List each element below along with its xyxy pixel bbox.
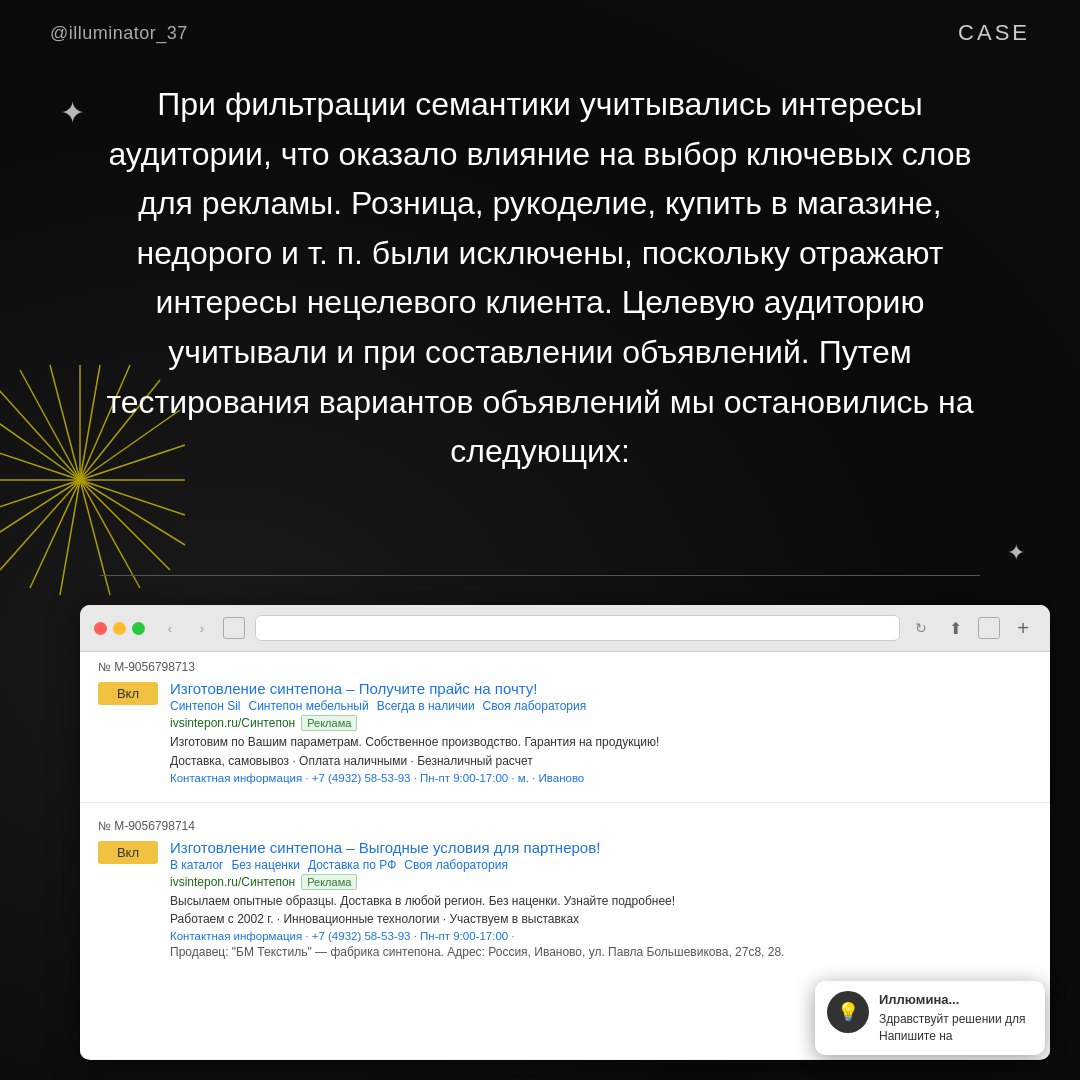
ad-desc-2b: Работаем с 2002 г. · Инновационные техно…: [170, 911, 1032, 928]
share-button[interactable]: ⬆: [942, 615, 968, 641]
popup-content: Иллюмина... Здравствуйт решении для Напи…: [879, 991, 1033, 1045]
ad-footer-2: Контактная информация · +7 (4932) 58-53-…: [170, 930, 1032, 942]
ad-url-1[interactable]: ivsintepon.ru/Синтепон: [170, 716, 295, 730]
reload-button[interactable]: ↻: [910, 617, 932, 639]
tab-view-icon[interactable]: [223, 617, 245, 639]
ad-tag: Синтепон мебельный: [249, 699, 369, 713]
ad-tag: Своя лаборатория: [483, 699, 587, 713]
ad-section-2: № М-9056798714 Вкл Изготовление синтепон…: [80, 811, 1050, 973]
sparkle-bottom-right-icon: ✦: [1007, 540, 1025, 566]
svg-line-5: [0, 445, 80, 480]
svg-line-11: [60, 480, 80, 595]
ad-tag: Доставка по РФ: [308, 858, 396, 872]
popup-name: Иллюмина...: [879, 991, 1033, 1009]
ad-content-1: Изготовление синтепона – Получите прайс …: [170, 680, 1032, 784]
ad-title-1[interactable]: Изготовление синтепона – Получите прайс …: [170, 680, 1032, 697]
traffic-lights: [94, 622, 145, 635]
ad-number-1: № М-9056798713: [98, 660, 1032, 674]
ad-badge-1: Реклама: [301, 715, 357, 731]
header: @illuminator_37 CASE: [0, 0, 1080, 66]
chat-popup[interactable]: 💡 Иллюмина... Здравствуйт решении для На…: [815, 981, 1045, 1055]
svg-line-7: [0, 480, 80, 515]
ad-separator: [80, 802, 1050, 803]
ad-tag: Своя лаборатория: [404, 858, 508, 872]
browser-chrome: ‹ › ↻ ⬆ +: [80, 605, 1050, 652]
svg-line-4: [0, 410, 80, 480]
svg-line-14: [80, 480, 170, 570]
ad-desc-2: Высылаем опытные образцы. Доставка в люб…: [170, 893, 1032, 910]
tab-icon[interactable]: [978, 617, 1000, 639]
ad-tag: Синтепон Sil: [170, 699, 241, 713]
url-bar[interactable]: [255, 615, 900, 641]
back-button[interactable]: ‹: [159, 617, 181, 639]
svg-line-15: [80, 480, 185, 545]
popup-avatar: 💡: [827, 991, 869, 1033]
popup-message: Здравствуйт решении для Напишите на: [879, 1011, 1033, 1045]
ad-content-2: Изготовление синтепона – Выгодные услови…: [170, 839, 1032, 963]
maximize-button-icon[interactable]: [132, 622, 145, 635]
case-label: CASE: [958, 20, 1030, 46]
ad-tag: В каталог: [170, 858, 223, 872]
ad-tag: Всегда в наличии: [377, 699, 475, 713]
forward-button[interactable]: ›: [191, 617, 213, 639]
ad-url-row-2: ivsintepon.ru/Синтепон Реклама: [170, 874, 1032, 890]
ad-url-row-1: ivsintepon.ru/Синтепон Реклама: [170, 715, 1032, 731]
svg-line-8: [0, 480, 80, 545]
ad-section-1: № М-9056798713 Вкл Изготовление синтепон…: [80, 652, 1050, 794]
ad-row-1: Вкл Изготовление синтепона – Получите пр…: [98, 680, 1032, 784]
main-text: При фильтрации семантики учитывались инт…: [80, 80, 1000, 477]
ad-row-2: Вкл Изготовление синтепона – Выгодные ус…: [98, 839, 1032, 963]
new-tab-button[interactable]: +: [1010, 615, 1036, 641]
ad-desc-1b: Доставка, самовывоз · Оплата наличными ·…: [170, 753, 1032, 770]
ad-seller-2: Продавец: "БМ Текстиль" — фабрика синтеп…: [170, 944, 1032, 961]
ad-tag: Без наценки: [231, 858, 299, 872]
vkl-button-1[interactable]: Вкл: [98, 682, 158, 705]
ad-footer-1: Контактная информация · +7 (4932) 58-53-…: [170, 772, 1032, 784]
ad-tags-1: Синтепон Sil Синтепон мебельный Всегда в…: [170, 699, 1032, 713]
social-handle: @illuminator_37: [50, 23, 188, 44]
vkl-button-2[interactable]: Вкл: [98, 841, 158, 864]
ad-url-2[interactable]: ivsintepon.ru/Синтепон: [170, 875, 295, 889]
minimize-button-icon[interactable]: [113, 622, 126, 635]
ad-title-2[interactable]: Изготовление синтепона – Выгодные услови…: [170, 839, 1032, 856]
ad-number-2: № М-9056798714: [98, 819, 1032, 833]
svg-line-13: [80, 480, 140, 588]
svg-line-12: [80, 480, 110, 595]
svg-line-0: [0, 380, 80, 480]
avatar-icon: 💡: [837, 1001, 859, 1023]
ad-desc-1: Изготовим по Вашим параметрам. Собственн…: [170, 734, 1032, 751]
divider-line: [100, 575, 980, 576]
close-button-icon[interactable]: [94, 622, 107, 635]
ad-tags-2: В каталог Без наценки Доставка по РФ Сво…: [170, 858, 1032, 872]
ad-badge-2: Реклама: [301, 874, 357, 890]
